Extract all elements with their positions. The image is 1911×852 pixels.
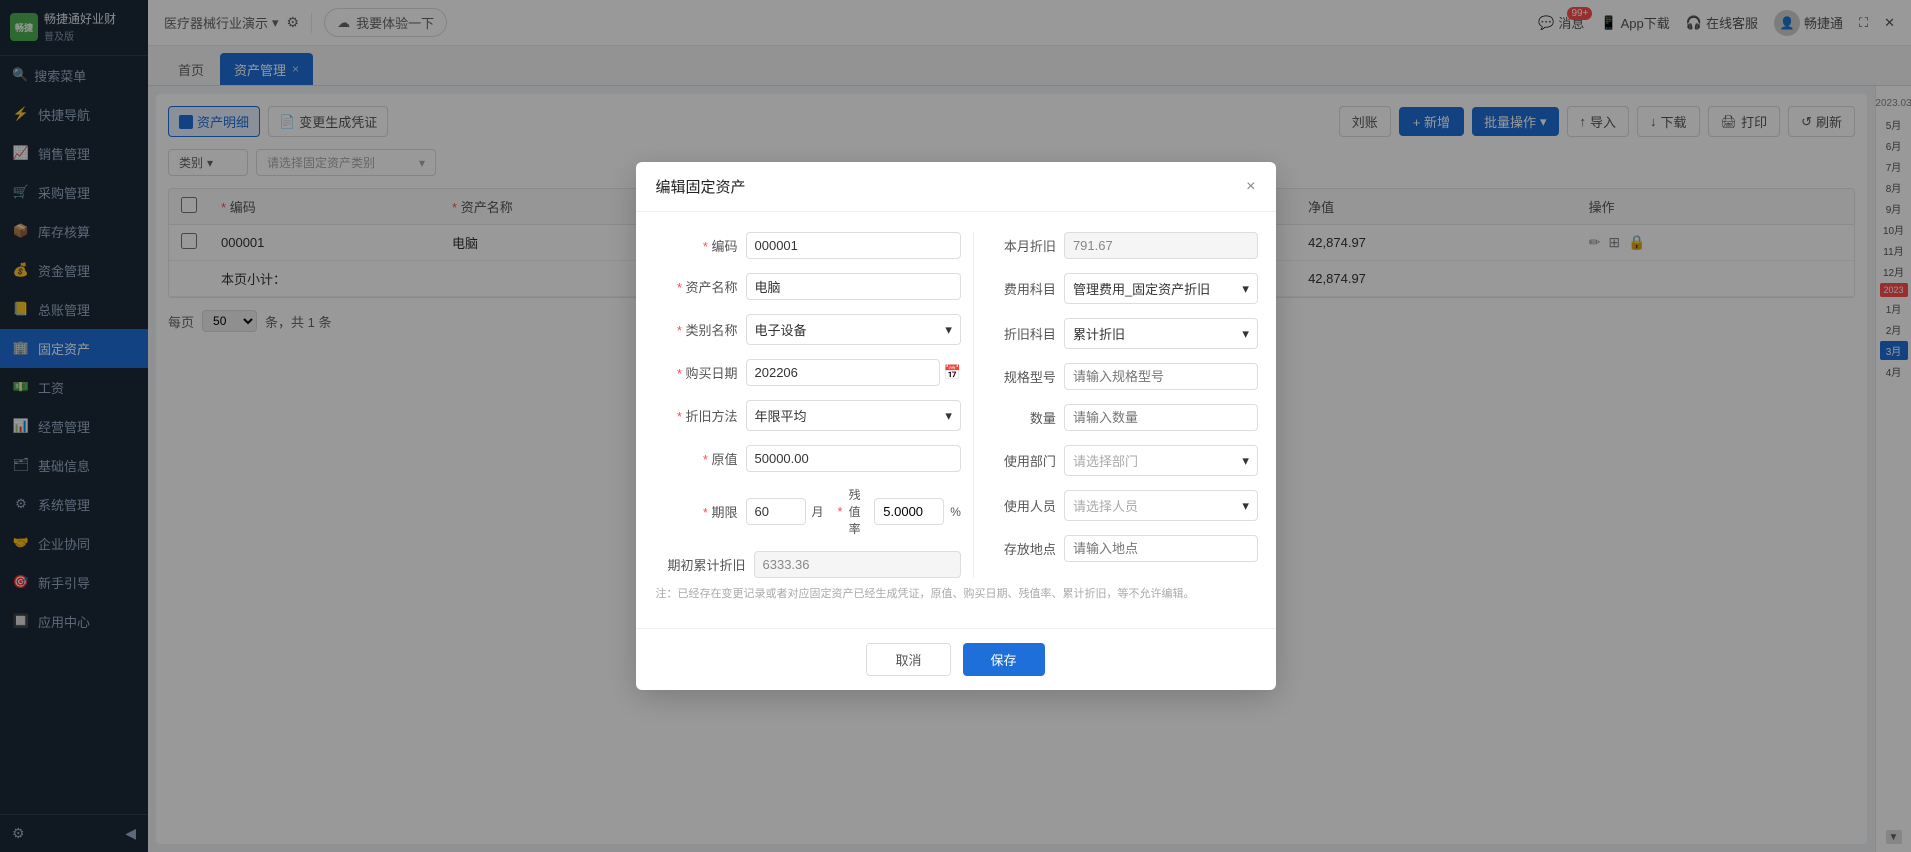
method-dropdown-icon: ▾ (945, 408, 952, 424)
dep-subject-dropdown-icon: ▾ (1242, 326, 1249, 342)
cancel-button[interactable]: 取消 (866, 643, 950, 676)
code-input[interactable] (746, 232, 961, 259)
field-period: * 期限 月 * 残值率 % (668, 486, 961, 537)
form-grid: * 编码 * 资产名称 * 类别名称 电子设备 ▾ (656, 232, 1256, 578)
field-quantity: 数量 (986, 404, 1258, 431)
expense-subject-select[interactable]: 管理费用_固定资产折旧 ▾ (1064, 273, 1258, 304)
save-button[interactable]: 保存 (963, 643, 1045, 676)
calendar-icon[interactable]: 📅 (944, 364, 961, 381)
field-department: 使用部门 请选择部门 ▾ (986, 445, 1258, 476)
residual-rate-input[interactable] (874, 498, 944, 525)
category-dropdown-icon: ▾ (945, 322, 952, 338)
modal-footer: 取消 保存 (636, 628, 1276, 690)
field-original-value: * 原值 (668, 445, 961, 472)
modal-close-button[interactable]: × (1246, 178, 1255, 196)
field-purchase-date: * 购买日期 📅 (668, 359, 961, 386)
person-select[interactable]: 请选择人员 ▾ (1064, 490, 1258, 521)
monthly-depreciation-input (1064, 232, 1258, 259)
edit-asset-modal: 编辑固定资产 × * 编码 * 资产名称 (636, 162, 1276, 690)
department-select[interactable]: 请选择部门 ▾ (1064, 445, 1258, 476)
spec-model-input[interactable] (1064, 363, 1258, 390)
field-spec-model: 规格型号 (986, 363, 1258, 390)
field-initial-depreciation: 期初累计折旧 (668, 551, 961, 578)
modal-overlay: 编辑固定资产 × * 编码 * 资产名称 (0, 0, 1911, 852)
field-expense-subject: 费用科目 管理费用_固定资产折旧 ▾ (986, 273, 1258, 304)
form-right: 本月折旧 费用科目 管理费用_固定资产折旧 ▾ 折旧科目 (974, 232, 1270, 578)
department-dropdown-icon: ▾ (1242, 453, 1249, 469)
depreciation-method-select[interactable]: 年限平均 ▾ (746, 400, 961, 431)
expense-dropdown-icon: ▾ (1242, 281, 1249, 297)
person-dropdown-icon: ▾ (1242, 498, 1249, 514)
field-person: 使用人员 请选择人员 ▾ (986, 490, 1258, 521)
original-value-input[interactable] (746, 445, 961, 472)
purchase-date-input[interactable] (746, 359, 940, 386)
field-depreciation-subject: 折旧科目 累计折旧 ▾ (986, 318, 1258, 349)
modal-note: 注：已经存在变更记录或者对应固定资产已经生成凭证，原值、购买日期、残值率、累计折… (656, 578, 1256, 608)
field-category: * 类别名称 电子设备 ▾ (668, 314, 961, 345)
modal-body: * 编码 * 资产名称 * 类别名称 电子设备 ▾ (636, 212, 1276, 628)
modal-title: 编辑固定资产 (656, 176, 746, 197)
category-select[interactable]: 电子设备 ▾ (746, 314, 961, 345)
initial-depreciation-input (754, 551, 961, 578)
asset-name-input[interactable] (746, 273, 961, 300)
field-location: 存放地点 (986, 535, 1258, 562)
field-code: * 编码 (668, 232, 961, 259)
form-left: * 编码 * 资产名称 * 类别名称 电子设备 ▾ (656, 232, 974, 578)
depreciation-subject-select[interactable]: 累计折旧 ▾ (1064, 318, 1258, 349)
location-input[interactable] (1064, 535, 1258, 562)
field-asset-name: * 资产名称 (668, 273, 961, 300)
quantity-input[interactable] (1064, 404, 1258, 431)
period-input[interactable] (746, 498, 806, 525)
field-monthly-depreciation: 本月折旧 (986, 232, 1258, 259)
field-depreciation-method: * 折旧方法 年限平均 ▾ (668, 400, 961, 431)
modal-header: 编辑固定资产 × (636, 162, 1276, 212)
